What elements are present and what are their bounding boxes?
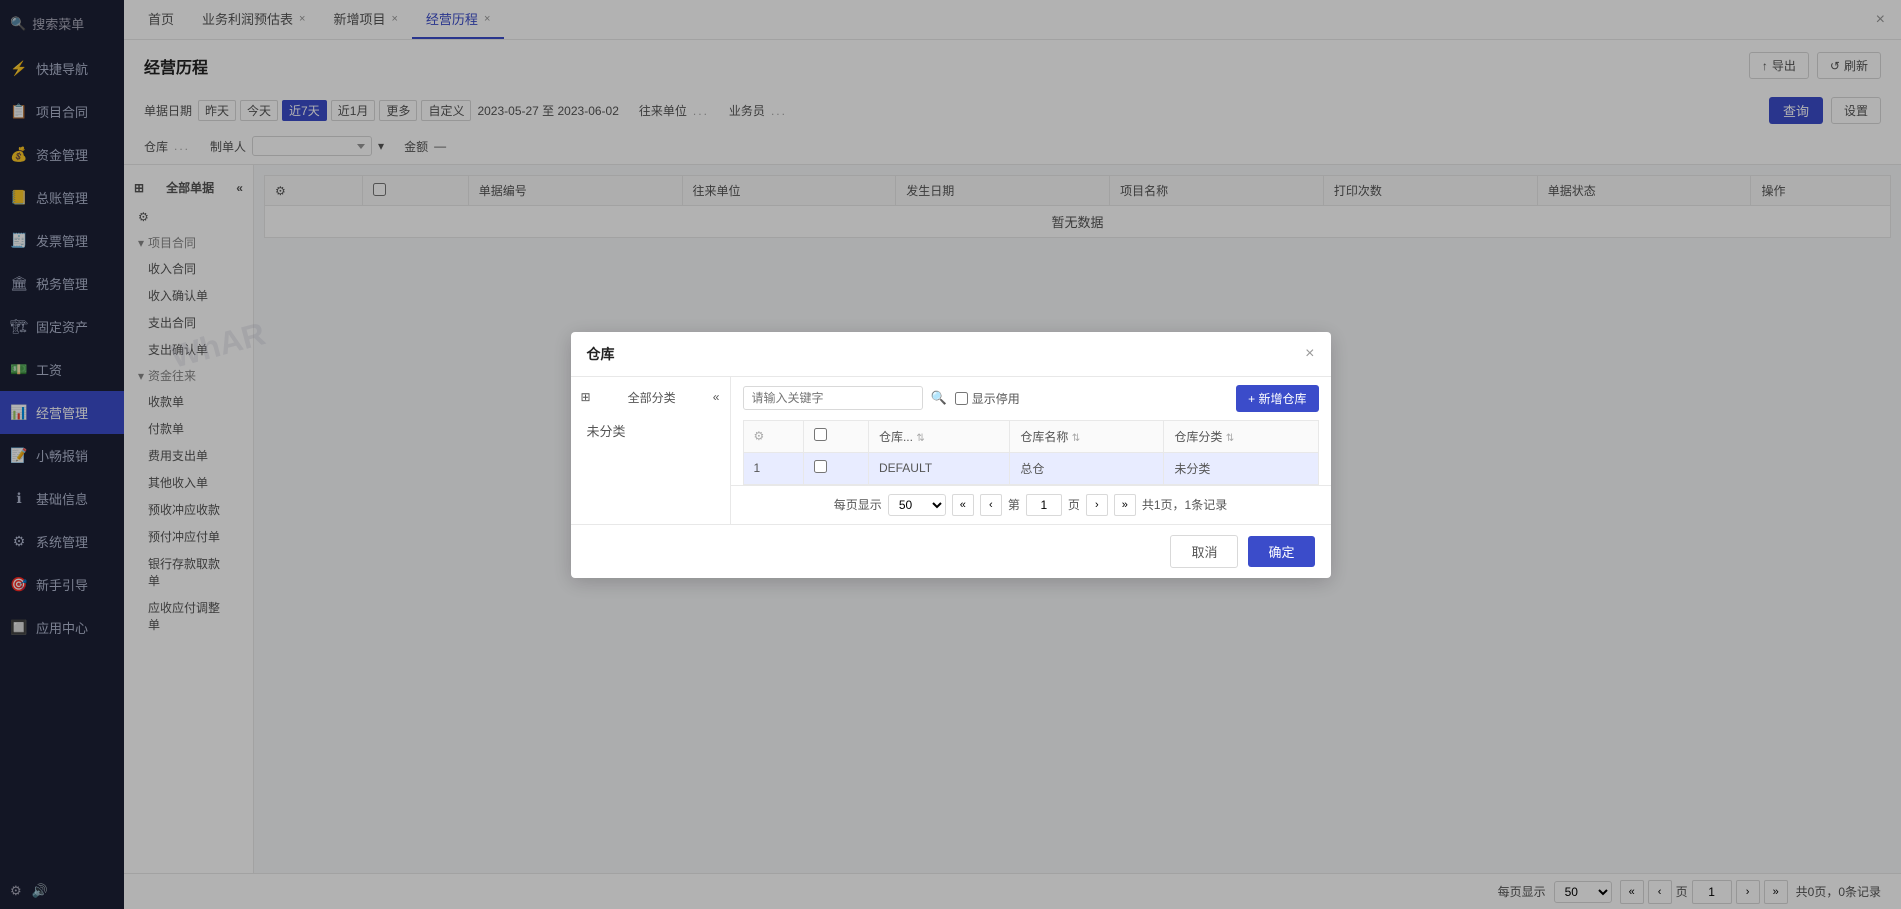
modal-col-checkbox [804, 420, 869, 452]
modal-total-text: 共1页，1条记录 [1142, 496, 1227, 513]
modal-col-name: 仓库名称 ⇅ [1010, 420, 1164, 452]
modal-first-page[interactable]: « [952, 494, 974, 516]
modal-row-check[interactable] [814, 460, 827, 473]
col-sort-code[interactable]: ⇅ [916, 433, 924, 444]
modal-page-suffix: 页 [1068, 496, 1080, 513]
show-disabled-text: 显示停用 [972, 390, 1020, 407]
modal-cancel-button[interactable]: 取消 [1170, 535, 1238, 568]
modal-right-panel: 🔍 显示停用 + 新增仓库 ⚙ [731, 377, 1331, 524]
modal-left-title: 全部分类 [628, 389, 676, 406]
modal-row-checkbox [804, 452, 869, 484]
modal-col-gear: ⚙ [743, 420, 804, 452]
modal-table-wrap: ⚙ 仓库... ⇅ 仓库名称 ⇅ 仓库分类 ⇅ [731, 420, 1331, 485]
modal-col-category: 仓库分类 ⇅ [1164, 420, 1318, 452]
col-sort-category[interactable]: ⇅ [1226, 433, 1234, 444]
modal-page-input[interactable] [1026, 494, 1062, 516]
modal-left-unclassified[interactable]: 未分类 [571, 414, 730, 447]
modal-last-page[interactable]: » [1114, 494, 1136, 516]
col-sort-name[interactable]: ⇅ [1072, 433, 1080, 444]
modal-body: ⊞ 全部分类 « 未分类 🔍 显示停用 [571, 377, 1331, 524]
unclassified-label: 未分类 [587, 424, 626, 439]
modal-header: 仓库 × [571, 332, 1331, 377]
add-warehouse-button[interactable]: + 新增仓库 [1236, 385, 1318, 412]
warehouse-modal: 仓库 × ⊞ 全部分类 « 未分类 [571, 332, 1331, 578]
modal-row-index: 1 [743, 452, 804, 484]
modal-footer: 取消 确定 [571, 524, 1331, 578]
modal-left-grid-icon: ⊞ [581, 390, 591, 404]
modal-close-button[interactable]: × [1305, 345, 1314, 363]
modal-per-page-select[interactable]: 50 [888, 494, 946, 516]
modal-title: 仓库 [587, 344, 615, 364]
gear-icon[interactable]: ⚙ [754, 429, 765, 443]
modal-search-icon[interactable]: 🔍 [931, 390, 947, 406]
modal-confirm-button[interactable]: 确定 [1248, 536, 1314, 567]
modal-table-row[interactable]: 1 DEFAULT 总仓 未分类 [743, 452, 1318, 484]
modal-toolbar: 🔍 显示停用 + 新增仓库 [731, 377, 1331, 420]
modal-search-wrap: 🔍 显示停用 [743, 386, 1020, 410]
modal-row-name: 总仓 [1010, 452, 1164, 484]
modal-overlay[interactable]: 仓库 × ⊞ 全部分类 « 未分类 [0, 0, 1901, 909]
modal-left-collapse-icon[interactable]: « [713, 390, 720, 404]
modal-next-page[interactable]: › [1086, 494, 1108, 516]
modal-left-panel: ⊞ 全部分类 « 未分类 [571, 377, 731, 524]
modal-per-page-label: 每页显示 [834, 496, 882, 513]
modal-row-code: DEFAULT [868, 452, 1009, 484]
show-disabled-checkbox[interactable] [955, 392, 968, 405]
modal-left-header: ⊞ 全部分类 « [571, 385, 730, 414]
modal-prev-page[interactable]: ‹ [980, 494, 1002, 516]
modal-row-category: 未分类 [1164, 452, 1318, 484]
modal-table: ⚙ 仓库... ⇅ 仓库名称 ⇅ 仓库分类 ⇅ [743, 420, 1319, 485]
modal-pagination: 每页显示 50 « ‹ 第 页 › » 共1页，1条记录 [731, 485, 1331, 524]
modal-search-input[interactable] [743, 386, 923, 410]
modal-col-code: 仓库... ⇅ [868, 420, 1009, 452]
show-disabled-label[interactable]: 显示停用 [955, 390, 1020, 407]
modal-select-all[interactable] [814, 428, 827, 441]
modal-page-prefix: 第 [1008, 496, 1020, 513]
